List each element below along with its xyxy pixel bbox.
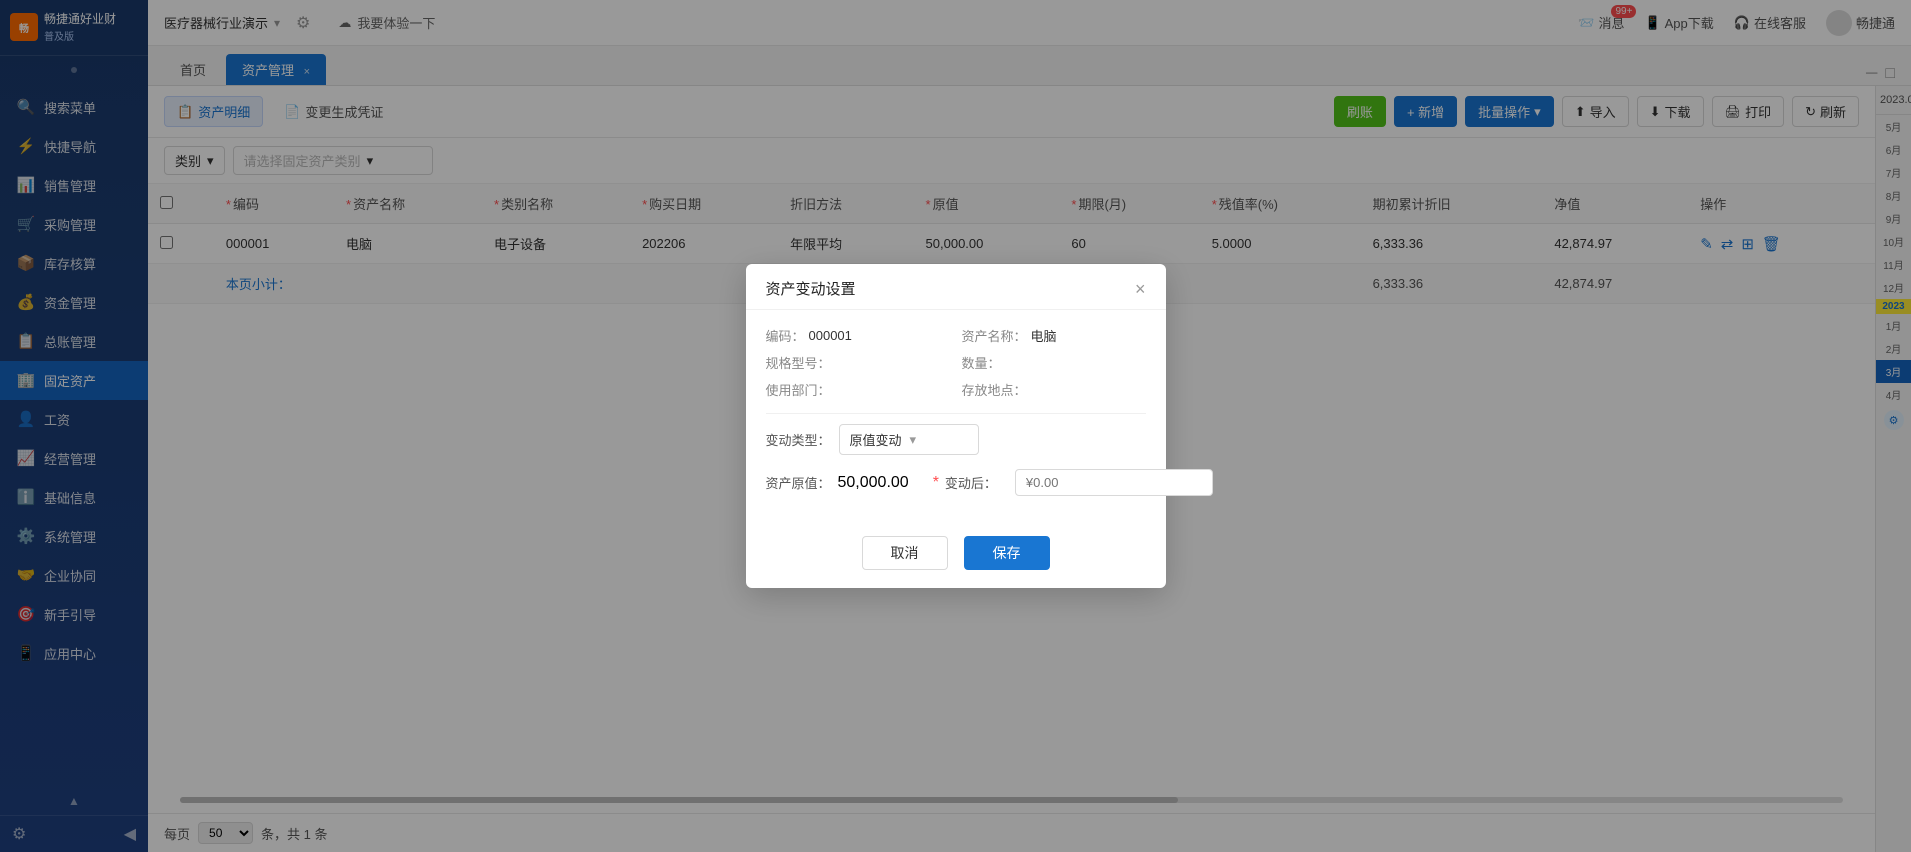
change-type-row: 变动类型： 原值变动 ▾	[766, 424, 1146, 455]
name-label: 资产名称：	[962, 326, 1027, 345]
dialog-spec-field: 规格型号：	[766, 353, 950, 372]
dialog-code-field: 编码： 000001	[766, 326, 950, 345]
dialog-body: 编码： 000001 资产名称： 电脑 规格型号： 数量： 使用部门：	[746, 310, 1166, 526]
after-change-label: 变动后：	[945, 473, 1009, 492]
change-type-value: 原值变动	[850, 430, 902, 449]
location-label: 存放地点：	[962, 380, 1027, 399]
save-button[interactable]: 保存	[964, 536, 1050, 570]
code-label: 编码：	[766, 326, 805, 345]
change-type-arrow: ▾	[910, 432, 917, 448]
name-value: 电脑	[1031, 326, 1057, 345]
dialog-title: 资产变动设置	[766, 278, 856, 299]
dialog-footer: 取消 保存	[746, 526, 1166, 588]
dialog-location-field: 存放地点：	[962, 380, 1146, 399]
change-type-label: 变动类型：	[766, 430, 831, 449]
after-change-input[interactable]	[1015, 469, 1213, 496]
spec-label: 规格型号：	[766, 353, 831, 372]
code-value: 000001	[809, 328, 852, 343]
after-change-star: *	[933, 474, 939, 492]
asset-value-label: 资产原值：	[766, 473, 830, 492]
asset-value-value: 50,000.00	[838, 474, 909, 492]
quantity-label: 数量：	[962, 353, 1001, 372]
dialog-name-field: 资产名称： 电脑	[962, 326, 1146, 345]
dialog-quantity-field: 数量：	[962, 353, 1146, 372]
change-type-select[interactable]: 原值变动 ▾	[839, 424, 979, 455]
dialog-info-grid: 编码： 000001 资产名称： 电脑 规格型号： 数量： 使用部门：	[766, 326, 1146, 399]
dialog-overlay: 资产变动设置 × 编码： 000001 资产名称： 电脑 规格型号： 数量：	[0, 0, 1911, 852]
asset-value-row: 资产原值： 50,000.00 * 变动后：	[766, 469, 1146, 496]
dialog-divider	[766, 413, 1146, 414]
dialog-dept-field: 使用部门：	[766, 380, 950, 399]
cancel-button[interactable]: 取消	[862, 536, 948, 570]
dialog-close-button[interactable]: ×	[1135, 280, 1146, 298]
asset-change-dialog: 资产变动设置 × 编码： 000001 资产名称： 电脑 规格型号： 数量：	[746, 264, 1166, 588]
dialog-header: 资产变动设置 ×	[746, 264, 1166, 310]
dept-label: 使用部门：	[766, 380, 831, 399]
